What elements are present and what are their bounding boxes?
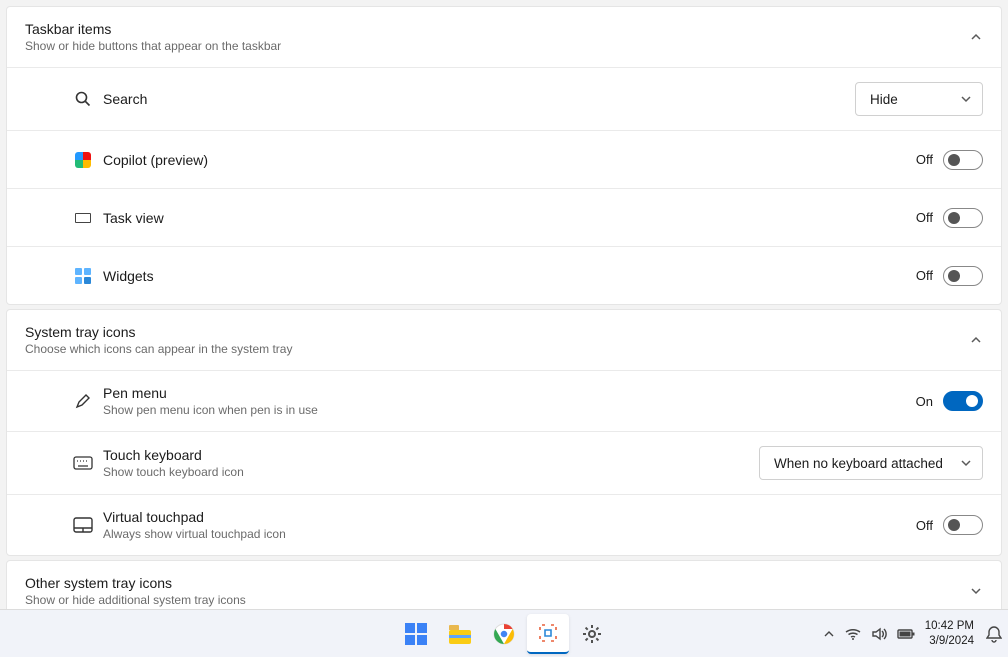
toggle-state-label: Off: [916, 518, 933, 533]
pen-icon: [73, 391, 93, 411]
section-header-system-tray[interactable]: System tray icons Choose which icons can…: [7, 310, 1001, 370]
chrome-icon: [493, 623, 515, 645]
row-label: Search: [103, 91, 855, 107]
row-touch-keyboard: Touch keyboard Show touch keyboard icon …: [7, 431, 1001, 494]
row-virtual-touchpad: Virtual touchpad Always show virtual tou…: [7, 494, 1001, 555]
keyboard-icon: [73, 453, 93, 473]
section-subtitle: Choose which icons can appear in the sys…: [25, 342, 969, 356]
notifications-icon[interactable]: [986, 625, 1002, 643]
row-sublabel: Always show virtual touchpad icon: [103, 527, 916, 541]
taskview-icon: [73, 208, 93, 228]
copilot-toggle[interactable]: [943, 150, 983, 170]
chevron-down-icon: [960, 457, 972, 469]
taskbar-clock[interactable]: 10:42 PM 3/9/2024: [925, 619, 974, 648]
row-sublabel: Show touch keyboard icon: [103, 465, 759, 479]
toggle-state-label: Off: [916, 152, 933, 167]
row-label: Copilot (preview): [103, 152, 916, 168]
chevron-down-icon: [960, 93, 972, 105]
touchpad-icon: [73, 515, 93, 535]
clock-date: 3/9/2024: [925, 634, 974, 648]
toggle-state-label: Off: [916, 210, 933, 225]
row-label: Widgets: [103, 268, 916, 284]
copilot-icon: [73, 150, 93, 170]
section-title: Other system tray icons: [25, 575, 969, 591]
battery-icon[interactable]: [897, 628, 915, 640]
row-label: Pen menu: [103, 385, 916, 401]
chevron-up-icon: [969, 30, 983, 44]
row-copilot: Copilot (preview) Off: [7, 130, 1001, 188]
pen-toggle[interactable]: [943, 391, 983, 411]
row-taskview: Task view Off: [7, 188, 1001, 246]
search-icon: [73, 89, 93, 109]
toggle-state-label: Off: [916, 268, 933, 283]
row-label: Virtual touchpad: [103, 509, 916, 525]
section-subtitle: Show or hide additional system tray icon…: [25, 593, 969, 607]
toggle-state-label: On: [916, 394, 933, 409]
taskview-toggle[interactable]: [943, 208, 983, 228]
clock-time: 10:42 PM: [925, 619, 974, 633]
windows-taskbar: 10:42 PM 3/9/2024: [0, 609, 1008, 657]
section-subtitle: Show or hide buttons that appear on the …: [25, 39, 969, 53]
chevron-down-icon: [969, 584, 983, 598]
section-header-taskbar-items[interactable]: Taskbar items Show or hide buttons that …: [7, 7, 1001, 67]
gear-icon: [581, 623, 603, 645]
file-explorer-icon: [449, 625, 471, 643]
row-label: Task view: [103, 210, 916, 226]
widgets-icon: [73, 266, 93, 286]
select-value: Hide: [870, 92, 898, 107]
search-select[interactable]: Hide: [855, 82, 983, 116]
snipping-tool-button[interactable]: [527, 614, 569, 654]
row-pen-menu: Pen menu Show pen menu icon when pen is …: [7, 370, 1001, 431]
section-system-tray: System tray icons Choose which icons can…: [6, 309, 1002, 556]
chevron-up-icon: [969, 333, 983, 347]
settings-button[interactable]: [571, 614, 613, 654]
start-button[interactable]: [395, 614, 437, 654]
row-search: Search Hide: [7, 67, 1001, 130]
chrome-button[interactable]: [483, 614, 525, 654]
section-title: Taskbar items: [25, 21, 969, 37]
touch-keyboard-select[interactable]: When no keyboard attached: [759, 446, 983, 480]
select-value: When no keyboard attached: [774, 456, 943, 471]
volume-icon[interactable]: [871, 627, 887, 641]
section-title: System tray icons: [25, 324, 969, 340]
snipping-tool-icon: [537, 622, 559, 644]
wifi-icon[interactable]: [845, 628, 861, 640]
tray-chevron-up-icon[interactable]: [823, 628, 835, 640]
row-widgets: Widgets Off: [7, 246, 1001, 304]
vtouchpad-toggle[interactable]: [943, 515, 983, 535]
row-label: Touch keyboard: [103, 447, 759, 463]
windows-logo-icon: [405, 623, 427, 645]
row-sublabel: Show pen menu icon when pen is in use: [103, 403, 916, 417]
file-explorer-button[interactable]: [439, 614, 481, 654]
widgets-toggle[interactable]: [943, 266, 983, 286]
section-taskbar-items: Taskbar items Show or hide buttons that …: [6, 6, 1002, 305]
